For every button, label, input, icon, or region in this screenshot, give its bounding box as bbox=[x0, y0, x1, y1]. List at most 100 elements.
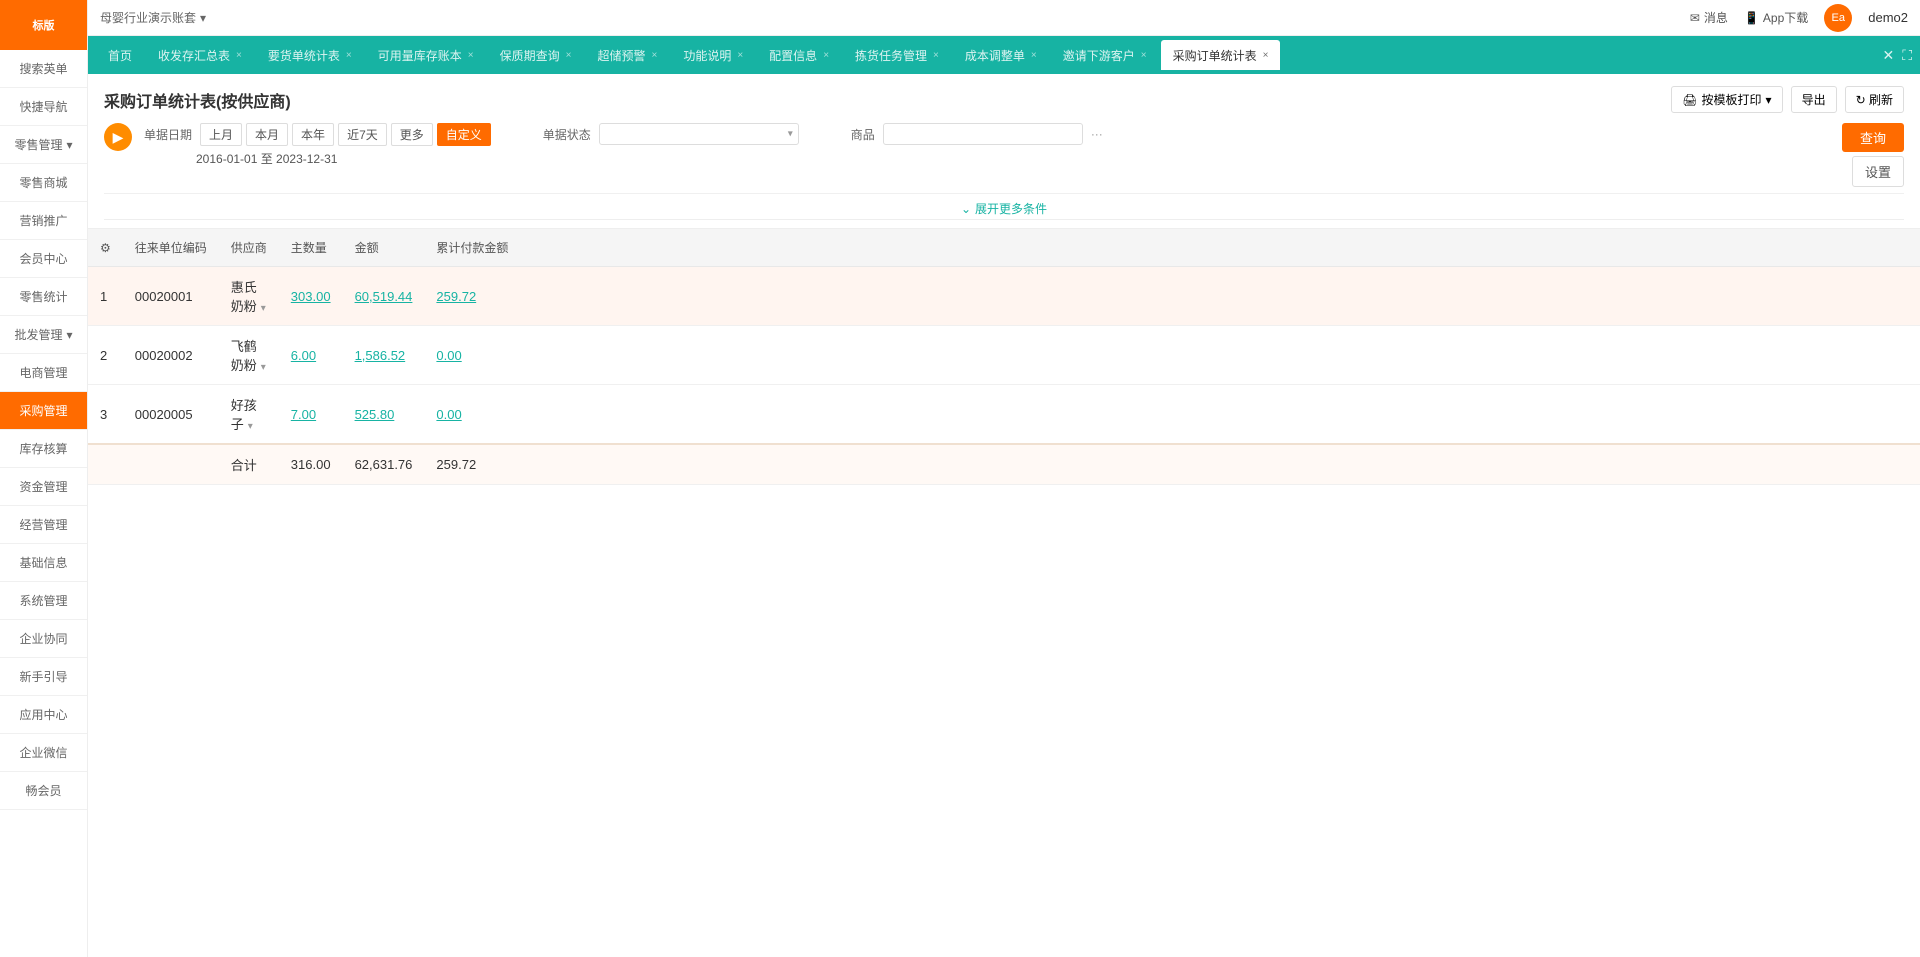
amount-link[interactable]: 1,586.52 bbox=[355, 348, 406, 363]
expand-more-btn[interactable]: ⌄ 展开更多条件 bbox=[104, 193, 1904, 219]
sidebar-item-enterprise[interactable]: 企业协同 bbox=[0, 620, 88, 658]
column-settings-icon[interactable]: ⚙ bbox=[100, 241, 111, 255]
tab-close-icon[interactable]: × bbox=[651, 50, 657, 61]
sidebar-item-retail-stats[interactable]: 零售统计 bbox=[0, 278, 88, 316]
date-btn-this-year[interactable]: 本年 bbox=[292, 123, 334, 146]
nav-tab-available-stock[interactable]: 可用量库存账本 × bbox=[366, 40, 486, 70]
tab-close-icon[interactable]: × bbox=[468, 50, 474, 61]
nav-tabs: 首页收发存汇总表×要货单统计表×可用量库存账本×保质期查询×超储预警×功能说明×… bbox=[88, 36, 1920, 74]
tab-close-icon[interactable]: × bbox=[737, 50, 743, 61]
sidebar-item-wholesale[interactable]: 批发管理▾ bbox=[0, 316, 88, 354]
sidebar-item-retail-shop[interactable]: 零售商城 bbox=[0, 164, 88, 202]
sidebar-item-marketing[interactable]: 营销推广 bbox=[0, 202, 88, 240]
amount-link[interactable]: 60,519.44 bbox=[355, 289, 413, 304]
row-code: 00020002 bbox=[123, 326, 219, 385]
export-btn[interactable]: 导出 bbox=[1791, 86, 1837, 113]
query-btn[interactable]: 查询 bbox=[1842, 123, 1904, 152]
page-header: 采购订单统计表(按供应商) 🖨 按模板打印 ▾ 导出 ↻ 刷新 bbox=[88, 74, 1920, 229]
tab-close-icon[interactable]: × bbox=[1141, 50, 1147, 61]
nav-tab-label: 功能说明 bbox=[683, 47, 731, 64]
tab-close-icon[interactable]: × bbox=[346, 50, 352, 61]
sidebar-item-basic-info[interactable]: 基础信息 bbox=[0, 544, 88, 582]
message-icon: ✉ bbox=[1690, 11, 1700, 25]
sidebar-item-wechat[interactable]: 企业微信 bbox=[0, 734, 88, 772]
paid-link[interactable]: 259.72 bbox=[436, 289, 476, 304]
chevron-down-icon: ▾ bbox=[261, 362, 266, 373]
nav-tab-function-desc[interactable]: 功能说明 × bbox=[671, 40, 755, 70]
sidebar-item-operations[interactable]: 经营管理 bbox=[0, 506, 88, 544]
more-filter-icon[interactable]: ··· bbox=[1091, 127, 1103, 141]
sidebar-item-member[interactable]: 会员中心 bbox=[0, 240, 88, 278]
qty-link[interactable]: 303.00 bbox=[291, 289, 331, 304]
qty-link[interactable]: 7.00 bbox=[291, 407, 316, 422]
date-preset-btns: 上月 本月 本年 近7天 更多 自定义 bbox=[200, 123, 491, 146]
chevron-down-icon: ▾ bbox=[66, 328, 72, 342]
sidebar-item-inventory[interactable]: 库存核算 bbox=[0, 430, 88, 468]
tab-close-icon[interactable]: × bbox=[1031, 50, 1037, 61]
page-actions: 🖨 按模板打印 ▾ 导出 ↻ 刷新 bbox=[1671, 86, 1904, 113]
paid-link[interactable]: 0.00 bbox=[436, 348, 461, 363]
goods-input[interactable] bbox=[883, 123, 1083, 145]
paid-link[interactable]: 0.00 bbox=[436, 407, 461, 422]
nav-tab-config[interactable]: 配置信息× bbox=[757, 40, 841, 70]
sidebar-item-guide[interactable]: 新手引导 bbox=[0, 658, 88, 696]
settings-btn[interactable]: 设置 bbox=[1852, 156, 1904, 187]
nav-tab-label: 要货单统计表 bbox=[268, 47, 340, 64]
nav-tab-expiry[interactable]: 保质期查询× bbox=[488, 40, 584, 70]
nav-tab-overstock[interactable]: 超储预警× bbox=[585, 40, 669, 70]
date-btn-this-month[interactable]: 本月 bbox=[246, 123, 288, 146]
row-code: 00020005 bbox=[123, 385, 219, 445]
sidebar-item-member2[interactable]: 畅会员 bbox=[0, 772, 88, 810]
nav-tab-cost-adjust[interactable]: 成本调整单× bbox=[953, 40, 1049, 70]
amount-link[interactable]: 525.80 bbox=[355, 407, 395, 422]
user-avatar[interactable]: Ea bbox=[1824, 4, 1852, 32]
nav-tab-home[interactable]: 首页 bbox=[96, 40, 144, 70]
app-download-btn[interactable]: 📱 App下载 bbox=[1744, 9, 1808, 26]
col-empty bbox=[520, 229, 1920, 267]
nav-tab-pick-task[interactable]: 拣货任务管理× bbox=[843, 40, 951, 70]
row-index: 2 bbox=[88, 326, 123, 385]
row-amount: 60,519.44 bbox=[343, 267, 425, 326]
sidebar-item-search[interactable]: 搜索英单 bbox=[0, 50, 88, 88]
tab-close-icon[interactable]: × bbox=[1263, 50, 1269, 61]
tab-close-icon[interactable]: × bbox=[933, 50, 939, 61]
sidebar-item-ecommerce[interactable]: 电商管理 bbox=[0, 354, 88, 392]
row-index: 3 bbox=[88, 385, 123, 445]
date-btn-custom[interactable]: 自定义 bbox=[437, 123, 491, 146]
nav-tab-label: 可用量库存账本 bbox=[378, 47, 462, 64]
date-btn-last-month[interactable]: 上月 bbox=[200, 123, 242, 146]
nav-tab-order-stats[interactable]: 要货单统计表 × bbox=[256, 40, 364, 70]
date-range-display: 2016-01-01 至 2023-12-31 bbox=[196, 152, 337, 166]
print-template-btn[interactable]: 🖨 按模板打印 ▾ bbox=[1671, 86, 1782, 113]
date-btn-7days[interactable]: 近7天 bbox=[338, 123, 387, 146]
page-title: 采购订单统计表(按供应商) bbox=[104, 88, 291, 112]
sidebar-item-retail-mgmt[interactable]: 零售管理▾ bbox=[0, 126, 88, 164]
tab-close-icon[interactable]: × bbox=[566, 50, 572, 61]
tab-close-icon[interactable]: × bbox=[236, 50, 242, 61]
nav-tab-purchase-stats[interactable]: 采购订单统计表× bbox=[1161, 40, 1281, 70]
row-extra bbox=[520, 326, 1920, 385]
refresh-btn[interactable]: ↻ 刷新 bbox=[1845, 86, 1904, 113]
table-row: 3 00020005 好孩子▾ 7.00 525.80 0.00 bbox=[88, 385, 1920, 445]
sidebar-item-purchase[interactable]: 采购管理 bbox=[0, 392, 88, 430]
status-select[interactable] bbox=[599, 123, 799, 145]
industry-selector[interactable]: 母婴行业演示账套 ▾ bbox=[100, 9, 206, 26]
sidebar-item-system[interactable]: 系统管理 bbox=[0, 582, 88, 620]
maximize-btn[interactable]: ⛶ bbox=[1902, 47, 1912, 64]
message-label: 消息 bbox=[1704, 9, 1728, 26]
topbar: 母婴行业演示账套 ▾ ✉ 消息 📱 App下载 Ea demo2 bbox=[88, 0, 1920, 36]
sidebar-item-quick-nav[interactable]: 快捷导航 bbox=[0, 88, 88, 126]
message-btn[interactable]: ✉ 消息 bbox=[1690, 9, 1728, 26]
date-btn-more[interactable]: 更多 bbox=[391, 123, 433, 146]
qty-link[interactable]: 6.00 bbox=[291, 348, 316, 363]
toggle-sidebar-btn[interactable]: ▶ bbox=[104, 123, 132, 151]
chevron-down-icon: ▾ bbox=[248, 421, 253, 432]
close-tab-btn[interactable]: ✕ bbox=[1882, 47, 1894, 64]
sidebar-item-finance[interactable]: 资金管理 bbox=[0, 468, 88, 506]
nav-tab-recv-send[interactable]: 收发存汇总表× bbox=[146, 40, 254, 70]
tab-close-icon[interactable]: × bbox=[823, 50, 829, 61]
col-amount: 金额 bbox=[343, 229, 425, 267]
sidebar-item-app-center[interactable]: 应用中心 bbox=[0, 696, 88, 734]
filter-row-1: ▶ 单据日期 上月 本月 本年 近7天 更多 自定义 bbox=[104, 123, 1904, 187]
nav-tab-invite-downstream[interactable]: 邀请下游客户× bbox=[1051, 40, 1159, 70]
